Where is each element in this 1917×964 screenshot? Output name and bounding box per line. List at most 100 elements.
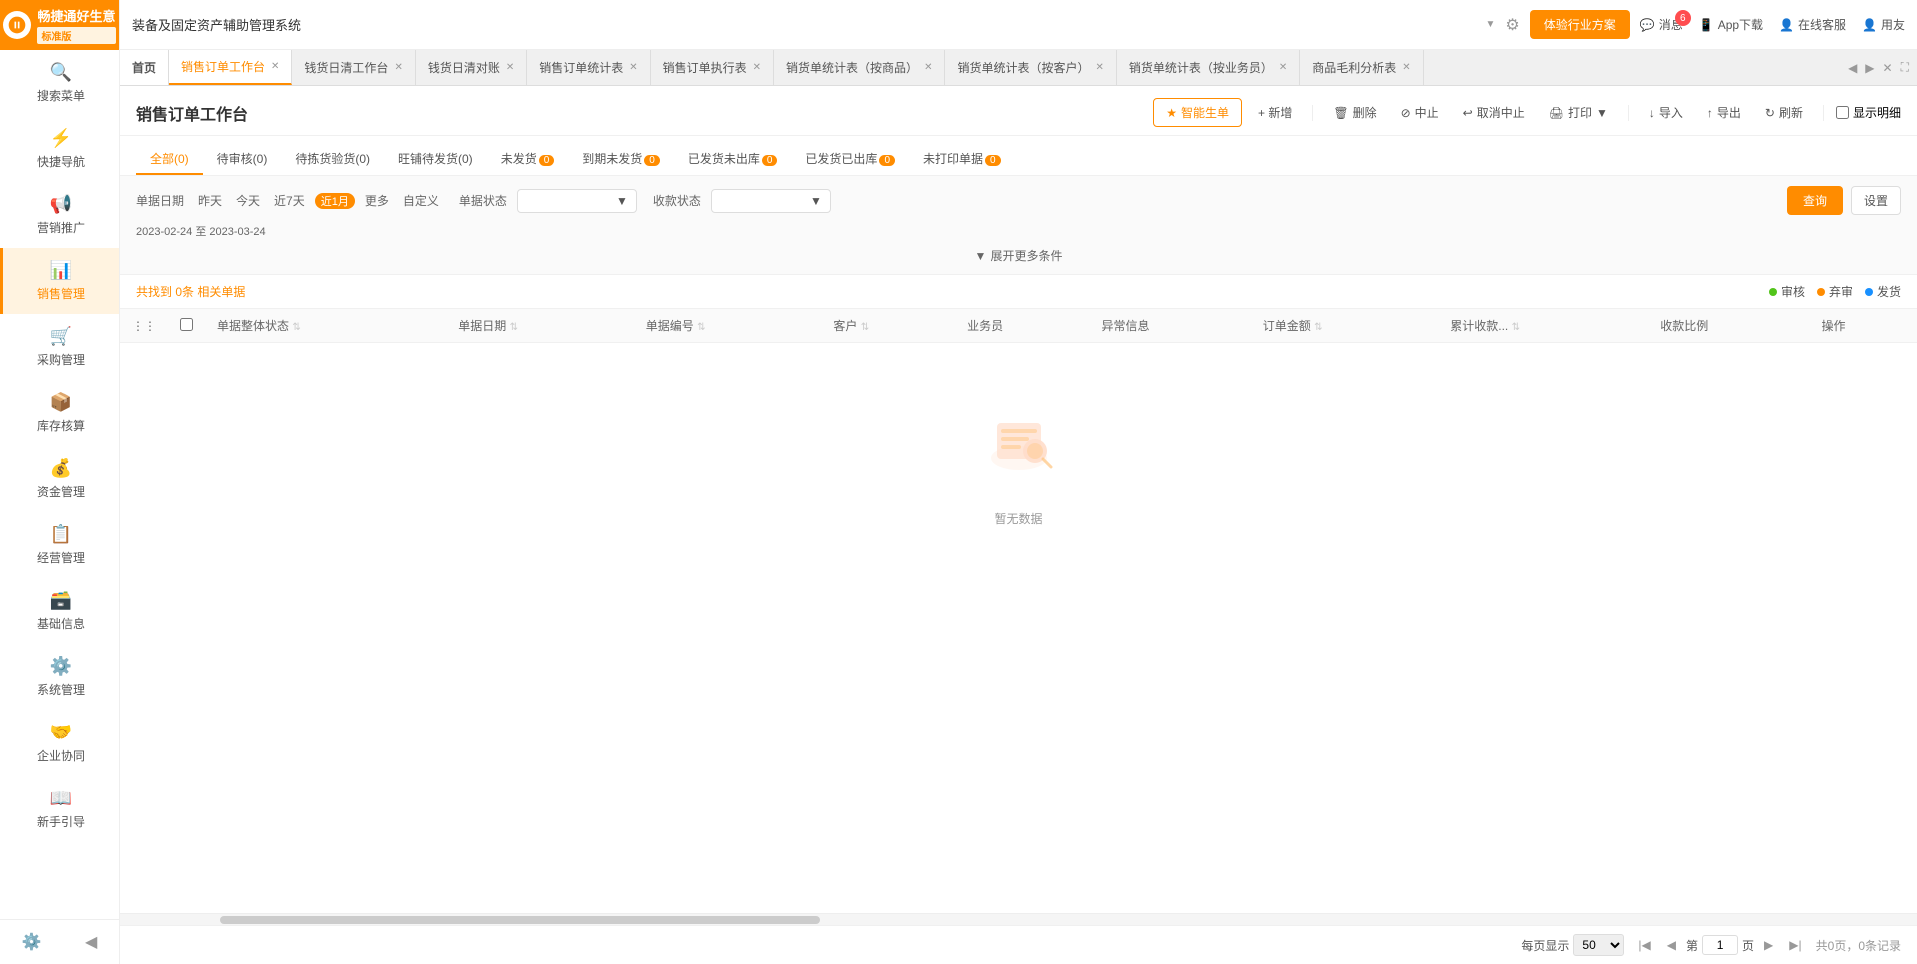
tab-close-icon[interactable]: ✕: [271, 61, 279, 72]
tabs-close-all-icon[interactable]: ✕: [1883, 61, 1893, 75]
sub-tab-shipped-out[interactable]: 已发货已出库0: [791, 144, 909, 175]
tab-sales-stats-product[interactable]: 销货单统计表（按商品） ✕: [774, 50, 945, 85]
tab-close-icon[interactable]: ✕: [753, 62, 761, 73]
sub-tab-pending-inspection[interactable]: 待拣货验货(0): [281, 144, 384, 175]
ship-action-btn[interactable]: 发货: [1865, 283, 1901, 300]
tab-sales-stats-staff[interactable]: 销货单统计表（按业务员） ✕: [1117, 50, 1300, 85]
sidebar-item-quicknav[interactable]: ⚡ 快捷导航: [0, 116, 119, 182]
import-button[interactable]: ↓ 导入: [1641, 99, 1691, 126]
sidebar-item-finance[interactable]: 💰 资金管理: [0, 446, 119, 512]
tab-close-icon[interactable]: ✕: [924, 62, 932, 73]
first-page-btn[interactable]: |◀: [1632, 936, 1656, 954]
tab-margin-analysis[interactable]: 商品毛利分析表 ✕: [1300, 50, 1423, 85]
sidebar-item-guide[interactable]: 📖 新手引导: [0, 776, 119, 842]
user-btn[interactable]: 👤 用友: [1862, 16, 1905, 33]
query-button[interactable]: 查询: [1787, 186, 1843, 215]
sort-icon[interactable]: ⇅: [1512, 322, 1520, 333]
sidebar-item-operations[interactable]: 📋 经营管理: [0, 512, 119, 578]
next-page-btn[interactable]: ▶: [1758, 936, 1779, 954]
prev-page-btn[interactable]: ◀: [1661, 936, 1682, 954]
sort-icon[interactable]: ⇅: [510, 322, 518, 333]
sidebar-item-label: 营销推广: [37, 219, 85, 236]
settings-button[interactable]: 设置: [1851, 186, 1901, 215]
cancel-review-action-btn[interactable]: 弃审: [1817, 283, 1853, 300]
sort-icon[interactable]: ⇅: [697, 322, 705, 333]
scrollbar-thumb[interactable]: [220, 916, 820, 924]
print-button[interactable]: 🖨 打印 ▼: [1541, 99, 1616, 126]
table-scroll-container[interactable]: ⋮⋮ 单据整体状态 ⇅ 单据日期 ⇅: [120, 308, 1917, 913]
tabs-prev-icon[interactable]: ◀: [1848, 61, 1857, 75]
tab-close-icon[interactable]: ✕: [1279, 62, 1287, 73]
date-more[interactable]: 更多: [361, 190, 393, 211]
expand-icon: ▼: [975, 249, 987, 263]
sort-icon[interactable]: ⇅: [861, 322, 869, 333]
tab-close-icon[interactable]: ✕: [1402, 62, 1410, 73]
settings-icon[interactable]: ⚙: [1505, 15, 1519, 35]
page-number-input[interactable]: 1: [1702, 935, 1738, 955]
sidebar-item-purchase[interactable]: 🛒 采购管理: [0, 314, 119, 380]
sidebar-item-label: 经营管理: [37, 549, 85, 566]
date-7days[interactable]: 近7天: [270, 190, 309, 211]
sidebar-item-cooperation[interactable]: 🤝 企业协同: [0, 710, 119, 776]
date-today[interactable]: 今天: [232, 190, 264, 211]
select-all-checkbox[interactable]: [180, 318, 193, 331]
review-action-btn[interactable]: 审核: [1769, 283, 1805, 300]
sidebar-item-marketing[interactable]: 📢 营销推广: [0, 182, 119, 248]
show-detail-input[interactable]: [1836, 106, 1849, 119]
tab-cash-reconcile[interactable]: 钱货日清对账 ✕: [416, 50, 527, 85]
status-select[interactable]: ▼: [517, 189, 637, 213]
date-yesterday[interactable]: 昨天: [194, 190, 226, 211]
sidebar-item-sales[interactable]: 📊 销售管理: [0, 248, 119, 314]
sub-tab-not-shipped[interactable]: 未发货0: [487, 144, 569, 175]
last-page-btn[interactable]: ▶|: [1783, 936, 1807, 954]
tab-sales-exec[interactable]: 销售订单执行表 ✕: [651, 50, 774, 85]
export-button[interactable]: ↑ 导出: [1699, 99, 1749, 126]
sub-tab-all[interactable]: 全部(0): [136, 144, 203, 175]
sidebar-item-system[interactable]: ⚙️ 系统管理: [0, 644, 119, 710]
collapse-icon[interactable]: ◀: [85, 932, 97, 952]
payment-select[interactable]: ▼: [711, 189, 831, 213]
cancel-stop-button[interactable]: ↩ 取消中止: [1455, 99, 1533, 126]
tab-sales-workbench[interactable]: 销售订单工作台 ✕: [169, 50, 292, 85]
delete-button[interactable]: 🗑 删除: [1325, 99, 1384, 126]
add-button[interactable]: + 新增: [1250, 99, 1300, 126]
industry-btn[interactable]: 体验行业方案: [1530, 10, 1630, 39]
smart-create-button[interactable]: ★ 智能生单: [1153, 98, 1242, 127]
tab-close-icon[interactable]: ✕: [394, 62, 402, 73]
sub-tab-expired-not-shipped[interactable]: 到期未发货0: [568, 144, 674, 175]
sub-tab-shipped-not-out[interactable]: 已发货未出库0: [674, 144, 792, 175]
checkbox-col[interactable]: [168, 309, 205, 343]
tab-sales-stats-customer[interactable]: 销货单统计表（按客户） ✕: [945, 50, 1116, 85]
horizontal-scrollbar[interactable]: [120, 913, 1917, 925]
sub-tab-not-printed[interactable]: 未打印单据0: [909, 144, 1015, 175]
message-btn[interactable]: 💬 消息 6: [1640, 16, 1683, 33]
home-tab-label: 首页: [132, 59, 156, 76]
date-custom[interactable]: 自定义: [399, 190, 443, 211]
sidebar-item-inventory[interactable]: 📦 库存核算: [0, 380, 119, 446]
tab-cash-daily[interactable]: 钱货日清工作台 ✕: [292, 50, 415, 85]
tab-close-icon[interactable]: ✕: [629, 62, 637, 73]
tab-home[interactable]: 首页: [120, 50, 169, 85]
sort-icon[interactable]: ⇅: [292, 322, 300, 333]
tabs-expand-icon[interactable]: ⛶: [1901, 60, 1909, 75]
sidebar-item-basic[interactable]: 🗃️ 基础信息: [0, 578, 119, 644]
show-detail-checkbox[interactable]: 显示明细: [1836, 104, 1901, 121]
settings-bottom-icon[interactable]: ⚙️: [22, 932, 42, 952]
stop-button[interactable]: ⊘ 中止: [1393, 99, 1447, 126]
sort-icon[interactable]: ⇅: [1314, 322, 1322, 333]
tab-sales-stats[interactable]: 销售订单统计表 ✕: [527, 50, 650, 85]
sub-tab-pending-review[interactable]: 待审核(0): [203, 144, 282, 175]
refresh-button[interactable]: ↻ 刷新: [1757, 99, 1811, 126]
sidebar-item-label: 快捷导航: [37, 153, 85, 170]
tabs-next-icon[interactable]: ▶: [1865, 61, 1874, 75]
date-1month[interactable]: 近1月: [315, 193, 355, 209]
page-size-select-input[interactable]: 50 100 200: [1573, 934, 1624, 956]
expand-more-btn[interactable]: ▼ 展开更多条件: [975, 247, 1063, 264]
tab-close-icon[interactable]: ✕: [1095, 62, 1103, 73]
app-download-btn[interactable]: 📱 App下载: [1699, 16, 1763, 33]
tab-close-icon[interactable]: ✕: [506, 62, 514, 73]
online-service-btn[interactable]: 👤 在线客服: [1779, 16, 1846, 33]
sub-tab-wangpu[interactable]: 旺铺待发货(0): [384, 144, 487, 175]
cooperation-icon: 🤝: [50, 722, 72, 743]
sidebar-item-search[interactable]: 🔍 搜索菜单: [0, 50, 119, 116]
